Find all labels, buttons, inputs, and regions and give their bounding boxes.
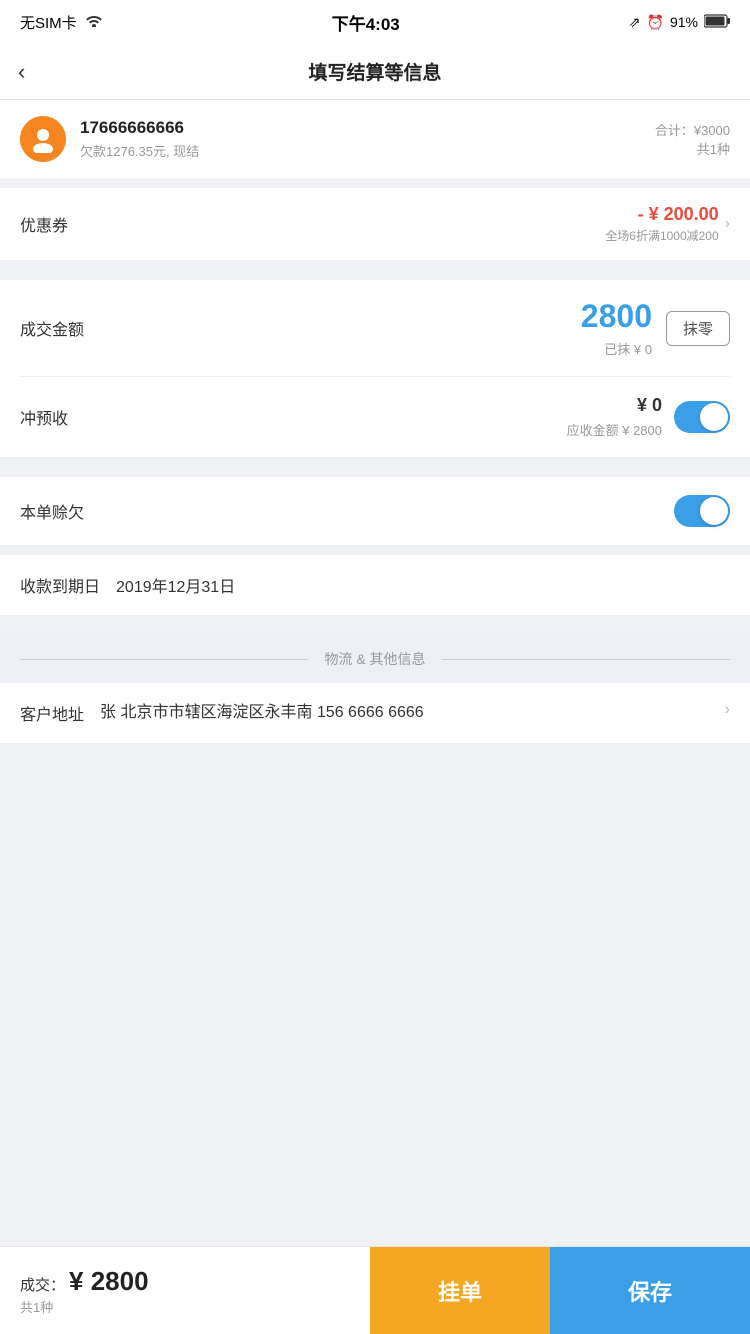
deal-amount-label: 成交金额 [20, 316, 84, 340]
coupon-info: - ¥ 200.00 全场6折满1000减200 [605, 204, 718, 244]
coupon-discount: - ¥ 200.00 [605, 204, 718, 225]
credit-label: 本单赊欠 [20, 499, 84, 523]
prepay-info: ¥ 0 应收金额 ¥ 2800 [567, 395, 662, 439]
nav-bar: ‹ 填写结算等信息 [0, 44, 750, 100]
deal-amount-info: 2800 已抹 ¥ 0 [581, 298, 652, 358]
user-total: 合计：¥3000 共1种 [655, 120, 730, 158]
user-info: 17666666666 欠款1276.35元, 现结 [80, 118, 199, 160]
chevron-right-icon: › [725, 215, 730, 233]
coupon-row[interactable]: 优惠券 - ¥ 200.00 全场6折满1000减200 › [0, 188, 750, 260]
logistics-text: 物流 & 其他信息 [324, 649, 425, 669]
section-divider-2 [0, 467, 750, 477]
total-count: 共1种 [655, 139, 730, 158]
deal-amount-sub: 已抹 ¥ 0 [581, 339, 652, 358]
toggle-knob [700, 403, 728, 431]
avatar [20, 116, 66, 162]
logistics-divider: 物流 & 其他信息 [0, 635, 750, 683]
total-label: 合计：¥3000 [655, 120, 730, 139]
address-value: 张 北京市市辖区海淀区永丰南 156 6666 6666 [100, 701, 709, 725]
deal-amount-row: 成交金额 2800 已抹 ¥ 0 抹零 [20, 280, 730, 377]
status-left: 无SIM卡 [20, 12, 103, 33]
deal-amount-value: 2800 [581, 298, 652, 335]
coupon-label: 优惠券 [20, 212, 68, 236]
location-icon: ⇗ [629, 14, 641, 31]
address-row[interactable]: 客户地址 张 北京市市辖区海淀区永丰南 156 6666 6666 › [0, 683, 750, 743]
content: 17666666666 欠款1276.35元, 现结 合计：¥3000 共1种 … [0, 100, 750, 943]
status-right: ⇗ ⏰ 91% [629, 14, 730, 31]
duedate-label: 收款到期日 [20, 573, 100, 597]
bottom-deal-label: 成交： [20, 1274, 65, 1295]
prepay-label: 冲预收 [20, 405, 68, 429]
address-label: 客户地址 [20, 701, 84, 725]
section-divider-3 [0, 625, 750, 635]
wifi-icon [85, 13, 103, 31]
user-debt: 欠款1276.35元, 现结 [80, 141, 199, 160]
bottom-count: 共1种 [20, 1297, 350, 1316]
status-time: 下午4:03 [332, 10, 400, 35]
credit-toggle[interactable] [674, 495, 730, 527]
status-bar: 无SIM卡 下午4:03 ⇗ ⏰ 91% [0, 0, 750, 44]
save-button[interactable]: 保存 [550, 1247, 750, 1334]
prepay-right: ¥ 0 应收金额 ¥ 2800 [567, 395, 730, 439]
duedate-row: 收款到期日 2019年12月31日 [0, 555, 750, 615]
divider-line-left [20, 659, 308, 660]
section-divider-1 [0, 270, 750, 280]
user-left: 17666666666 欠款1276.35元, 现结 [20, 116, 199, 162]
user-phone: 17666666666 [80, 118, 199, 138]
coupon-description: 全场6折满1000减200 [605, 227, 718, 244]
bottom-bar: 成交： ¥ 2800 共1种 挂单 保存 [0, 1246, 750, 1334]
divider-line-right [442, 659, 730, 660]
prepay-sub: 应收金额 ¥ 2800 [567, 420, 662, 439]
back-button[interactable]: ‹ [18, 59, 25, 85]
coupon-right: - ¥ 200.00 全场6折满1000减200 › [605, 204, 730, 244]
prepay-value: ¥ 0 [567, 395, 662, 416]
hang-button[interactable]: 挂单 [370, 1247, 550, 1334]
empty-space [0, 743, 750, 843]
credit-toggle-knob [700, 497, 728, 525]
deal-amount-right: 2800 已抹 ¥ 0 抹零 [581, 298, 730, 358]
prepay-row: 冲预收 ¥ 0 应收金额 ¥ 2800 [20, 377, 730, 457]
round-off-button[interactable]: 抹零 [666, 311, 730, 346]
credit-row: 本单赊欠 [0, 477, 750, 545]
user-card: 17666666666 欠款1276.35元, 现结 合计：¥3000 共1种 [0, 100, 750, 178]
bottom-summary: 成交： ¥ 2800 共1种 [0, 1266, 370, 1316]
alarm-icon: ⏰ [647, 14, 664, 31]
battery-icon [704, 14, 730, 31]
amount-section: 成交金额 2800 已抹 ¥ 0 抹零 冲预收 ¥ 0 应收金额 ¥ 2800 [0, 280, 750, 457]
carrier-label: 无SIM卡 [20, 12, 77, 33]
prepay-toggle[interactable] [674, 401, 730, 433]
page-title: 填写结算等信息 [308, 58, 441, 85]
battery-label: 91% [670, 14, 698, 30]
bottom-amount: ¥ 2800 [69, 1266, 149, 1297]
address-chevron-icon: › [725, 701, 730, 719]
duedate-value: 2019年12月31日 [116, 573, 235, 597]
